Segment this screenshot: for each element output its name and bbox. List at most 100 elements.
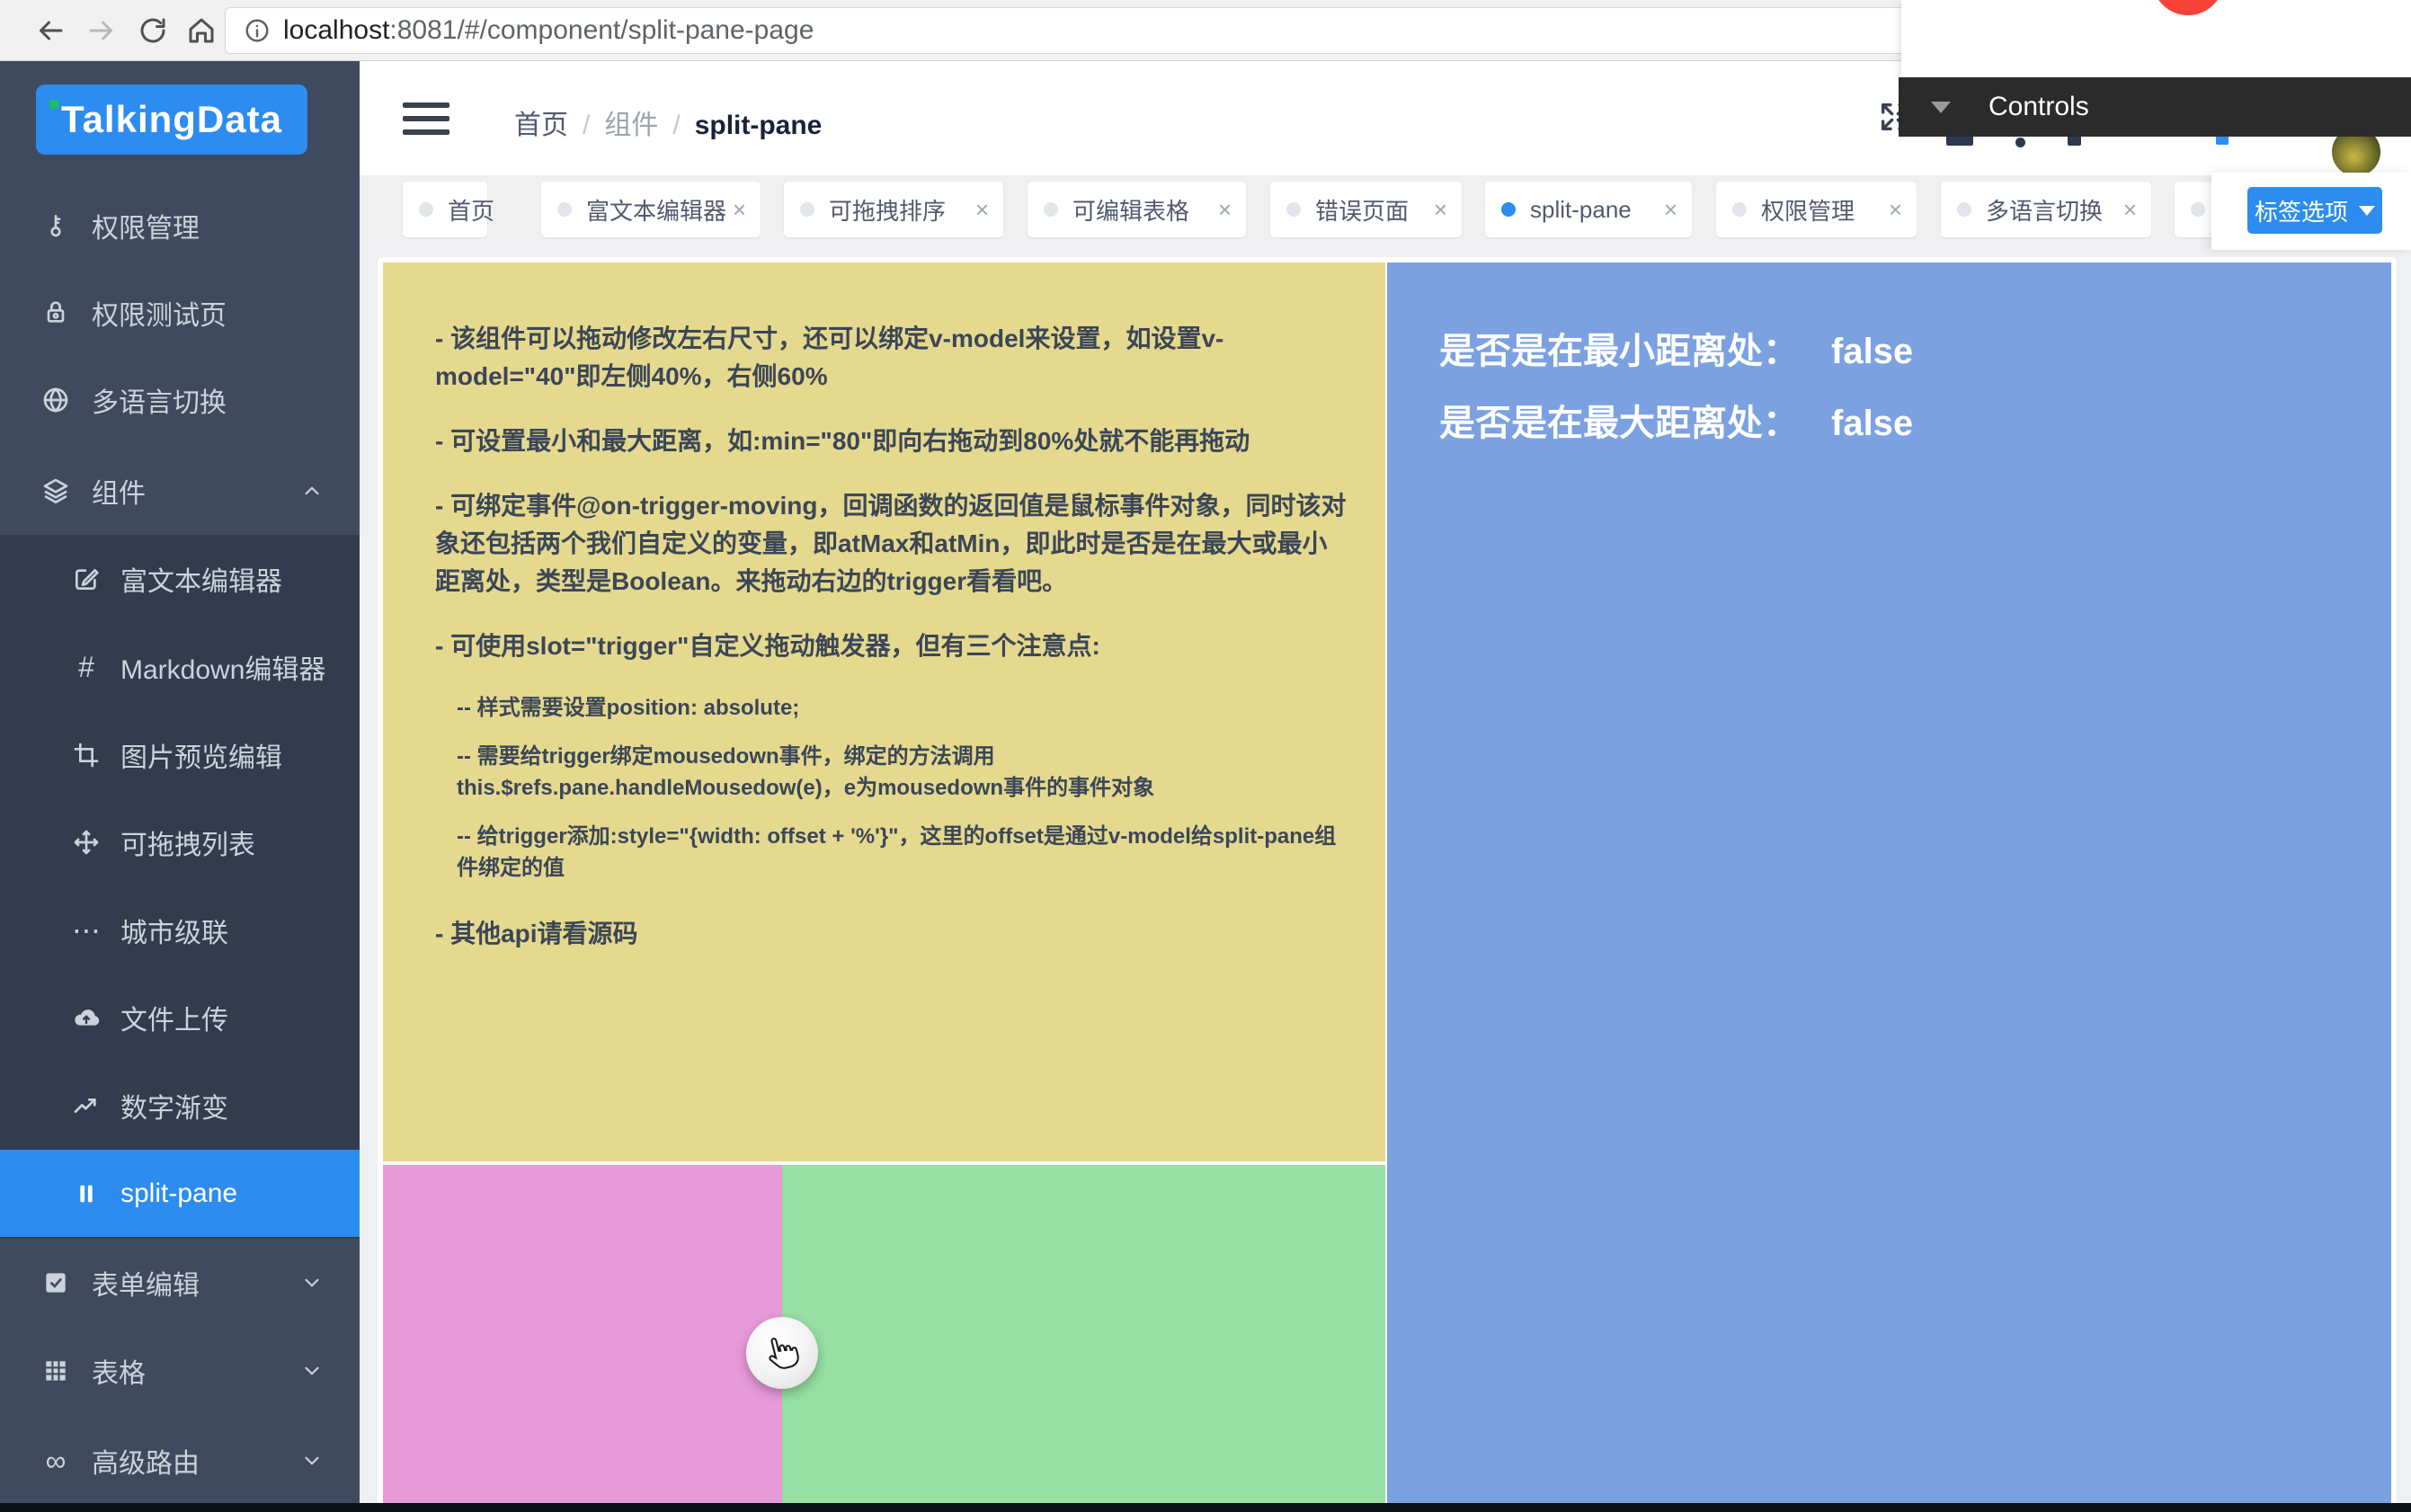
sidebar-item-label: 富文本编辑器: [120, 566, 282, 597]
page-content: - 该组件可以拖动修改左右尺寸，还可以绑定v-model来设置，如设置v-mod…: [360, 250, 2411, 1512]
close-icon[interactable]: ×: [1218, 196, 1232, 224]
tab-error-page[interactable]: 错误页面 ×: [1270, 182, 1462, 237]
url-text: localhost:8081/#/component/split-pane-pa…: [283, 15, 814, 46]
close-icon[interactable]: ×: [1889, 196, 1902, 224]
sidebar-item-label: 组件: [92, 478, 146, 509]
breadcrumb-current: split-pane: [694, 111, 823, 140]
tab-label: 权限管理: [1761, 197, 1855, 225]
sidebar-toggle-button[interactable]: [403, 102, 449, 135]
url-host: localhost: [283, 15, 390, 45]
tab-dot: [1286, 202, 1301, 217]
tab-options-panel: 标签选项: [2211, 173, 2411, 250]
reload-icon[interactable]: [137, 14, 169, 47]
key-icon: [50, 214, 61, 236]
tab-drag-sort[interactable]: 可拖拽排序 ×: [784, 182, 1003, 237]
record-red-circle[interactable]: [2152, 0, 2224, 15]
tab-label: split-pane: [1530, 195, 1632, 223]
close-icon[interactable]: ×: [975, 196, 989, 224]
note-line: - 该组件可以拖动修改左右尺寸，还可以绑定v-model来设置，如设置v-mod…: [435, 325, 1224, 390]
crop-icon: [74, 743, 99, 767]
sidebar-item-label: 表格: [92, 1358, 146, 1389]
logo-text: TalkingData: [61, 98, 282, 140]
split-pane-demo: - 该组件可以拖动修改左右尺寸，还可以绑定v-model来设置，如设置v-mod…: [383, 262, 2391, 1512]
tab-dot: [1501, 202, 1516, 217]
tab-dot: [1732, 202, 1747, 217]
status-label: 是否是在最大距离处：: [1439, 404, 1799, 443]
sidebar-item-form-edit[interactable]: 表单编辑: [0, 1239, 360, 1326]
infinity-icon: ∞: [45, 1444, 67, 1477]
close-icon[interactable]: ×: [1664, 196, 1677, 224]
cloud-upload-icon: [75, 1009, 100, 1026]
sidebar-item-label: 可拖拽列表: [120, 830, 255, 860]
header-icon-partial[interactable]: [2216, 136, 2229, 145]
tab-rich-editor[interactable]: 富文本编辑器 ×: [541, 182, 761, 237]
sidebar-item-tables[interactable]: 表格: [0, 1327, 360, 1414]
close-icon[interactable]: ×: [2123, 196, 2137, 224]
header-icon-partial[interactable]: [2015, 138, 2025, 147]
lock-icon: [47, 300, 65, 323]
sidebar-item-city-cascade[interactable]: ⋯ 城市级联: [0, 886, 360, 974]
sidebar-item-advanced-router[interactable]: ∞ 高级路由: [0, 1417, 360, 1504]
split-drag-trigger[interactable]: [746, 1317, 818, 1389]
tab-dot: [800, 202, 814, 217]
sidebar-item-rich-editor[interactable]: 富文本编辑器: [0, 535, 360, 622]
sidebar-item-label: split-pane: [120, 1178, 238, 1208]
edit-icon: [76, 568, 99, 590]
sidebar-item-label: 图片预览编辑: [120, 743, 282, 773]
sidebar-item-split-pane[interactable]: split-pane: [0, 1150, 360, 1237]
sidebar-item-draggable-list[interactable]: 可拖拽列表: [0, 798, 360, 885]
sidebar: TalkingData 权限管理 权限测试页 多语言切换 组件 富文本编辑器 #: [0, 61, 360, 1512]
tab-dot: [1957, 202, 1971, 217]
move-icon: [74, 830, 99, 854]
controls-bar[interactable]: Controls: [1899, 77, 2411, 137]
tab-split-pane[interactable]: split-pane ×: [1485, 182, 1692, 237]
hand-cursor-icon: [769, 1338, 799, 1369]
caret-down-icon: [2359, 205, 2375, 216]
components-submenu: 富文本编辑器 # Markdown编辑器 图片预览编辑 可拖拽列表 ⋯ 城市级联…: [0, 535, 360, 1239]
tab-editable-table[interactable]: 可编辑表格 ×: [1028, 182, 1246, 237]
note-line: - 可设置最小和最大距离，如:min="80"即向右拖动到80%处就不能再拖动: [435, 427, 1250, 455]
app-logo[interactable]: TalkingData: [36, 84, 307, 155]
tab-dot: [557, 202, 572, 217]
sidebar-item-label: 高级路由: [92, 1448, 200, 1479]
note-subline: -- 给trigger添加:style="{width: offset + '%…: [457, 823, 1337, 881]
khaki-notes-pane: - 该组件可以拖动修改左右尺寸，还可以绑定v-model来设置，如设置v-mod…: [383, 262, 1385, 1161]
tab-label: 富文本编辑器: [586, 197, 727, 225]
sidebar-item-file-upload[interactable]: 文件上传: [0, 974, 360, 1061]
green-pane: [782, 1165, 1385, 1512]
sidebar-item-permission[interactable]: 权限管理: [0, 182, 360, 269]
ellipsis-icon: ⋯: [72, 913, 101, 947]
sidebar-item-image-crop[interactable]: 图片预览编辑: [0, 711, 360, 798]
browser-window: localhost:8081/#/component/split-pane-pa…: [0, 0, 2411, 1512]
status-readout: 是否是在最小距离处： false 是否是在最大距离处： false: [1439, 322, 1913, 466]
chevron-down-icon: [305, 1366, 319, 1375]
tab-label: 多语言切换: [1986, 197, 2104, 225]
sidebar-item-label: 表单编辑: [92, 1270, 200, 1301]
status-label: 是否是在最小距离处：: [1439, 332, 1799, 371]
sidebar-item-permission-test[interactable]: 权限测试页: [0, 269, 360, 356]
close-icon[interactable]: ×: [733, 196, 746, 224]
sidebar-item-label: 多语言切换: [92, 387, 227, 418]
breadcrumb-home[interactable]: 首页: [514, 111, 568, 140]
breadcrumb-components[interactable]: 组件: [604, 111, 658, 140]
status-value: false: [1831, 404, 1914, 443]
logo-green-dot: [49, 100, 58, 109]
trend-icon: [74, 1098, 96, 1113]
sidebar-item-count-to[interactable]: 数字渐变: [0, 1062, 360, 1149]
sidebar-item-markdown[interactable]: # Markdown编辑器: [0, 623, 360, 710]
tab-i18n[interactable]: 多语言切换 ×: [1941, 182, 2151, 237]
tab-permission[interactable]: 权限管理 ×: [1716, 182, 1917, 237]
address-bar[interactable]: localhost:8081/#/component/split-pane-pa…: [225, 7, 1915, 54]
close-icon[interactable]: ×: [1434, 196, 1447, 224]
home-icon[interactable]: [185, 14, 218, 47]
forward-icon[interactable]: [85, 14, 118, 47]
sidebar-item-components[interactable]: 组件: [0, 447, 360, 534]
hash-icon: #: [78, 650, 94, 683]
chevron-up-icon: [305, 485, 319, 494]
tab-home[interactable]: 首页: [403, 182, 494, 237]
tab-options-button[interactable]: 标签选项: [2247, 187, 2382, 234]
tab-label: 可拖拽排序: [829, 197, 947, 225]
sidebar-item-i18n[interactable]: 多语言切换: [0, 356, 360, 443]
back-icon[interactable]: [34, 14, 67, 47]
page-info-icon[interactable]: [244, 17, 271, 44]
